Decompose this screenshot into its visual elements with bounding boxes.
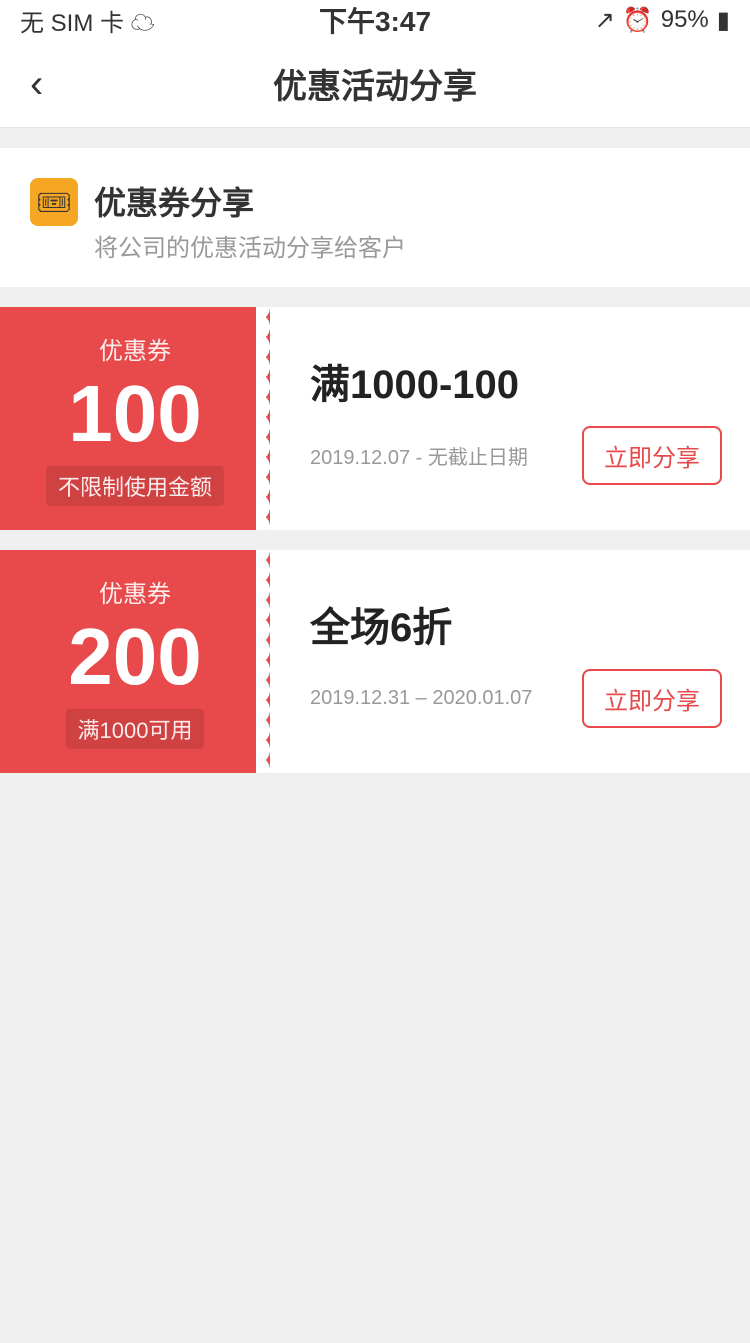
section-text-block: 优惠券分享 将公司的优惠活动分享给客户 (94, 178, 406, 263)
coupon-amount-0: 100 (68, 374, 201, 454)
coupon-left-1: 优惠券 200 满1000可用 (0, 550, 270, 773)
coupon-amount-1: 200 (68, 617, 201, 697)
coupon-label-0: 优惠券 (99, 331, 171, 366)
coupon-right-0: 满1000-100 2019.12.07 - 无截止日期 立即分享 (270, 307, 750, 530)
share-button-1[interactable]: 立即分享 (582, 669, 722, 728)
status-left: 无 SIM 卡 ☁ (20, 3, 155, 38)
status-time: 下午3:47 (319, 0, 431, 40)
coupon-footer-1: 2019.12.31 – 2020.01.07 立即分享 (310, 669, 722, 728)
battery-percent: 95% (661, 6, 709, 34)
coupon-section-icon: 🎟 (30, 178, 78, 226)
coupon-name-1: 全场6折 (310, 595, 722, 653)
coupon-condition-0: 不限制使用金额 (46, 466, 224, 506)
coupon-label-1: 优惠券 (99, 574, 171, 609)
coupon-date-1: 2019.12.31 – 2020.01.07 (310, 687, 570, 710)
coupon-right-1: 全场6折 2019.12.31 – 2020.01.07 立即分享 (270, 550, 750, 773)
sim-text: 无 SIM 卡 ☁ (20, 3, 155, 38)
section-title: 优惠券分享 (94, 178, 406, 224)
battery-arrow-icon: ↗ (595, 6, 615, 35)
coupon-card: 优惠券 200 满1000可用 全场6折 2019.12.31 – 2020.0… (0, 550, 750, 773)
coupon-left-0: 优惠券 100 不限制使用金额 (0, 307, 270, 530)
status-right: ↗ ⏰ 95% ▮ (595, 6, 730, 35)
coupon-icon-glyph: 🎟 (36, 186, 72, 219)
share-button-0[interactable]: 立即分享 (582, 426, 722, 485)
back-button[interactable]: ‹ (30, 64, 43, 104)
coupon-date-0: 2019.12.07 - 无截止日期 (310, 441, 570, 470)
section-desc: 将公司的优惠活动分享给客户 (94, 228, 406, 263)
coupon-name-0: 满1000-100 (310, 352, 722, 410)
coupon-condition-1: 满1000可用 (66, 709, 205, 749)
battery-icon: ▮ (717, 6, 730, 35)
nav-bar: ‹ 优惠活动分享 (0, 40, 750, 128)
alarm-icon: ⏰ (623, 6, 653, 35)
coupon-card: 优惠券 100 不限制使用金额 满1000-100 2019.12.07 - 无… (0, 307, 750, 530)
page-title: 优惠活动分享 (273, 59, 477, 108)
coupon-footer-0: 2019.12.07 - 无截止日期 立即分享 (310, 426, 722, 485)
status-bar: 无 SIM 卡 ☁ 下午3:47 ↗ ⏰ 95% ▮ (0, 0, 750, 40)
coupon-list: 优惠券 100 不限制使用金额 满1000-100 2019.12.07 - 无… (0, 307, 750, 793)
section-header: 🎟 优惠券分享 将公司的优惠活动分享给客户 (0, 148, 750, 287)
bottom-area (0, 793, 750, 1343)
